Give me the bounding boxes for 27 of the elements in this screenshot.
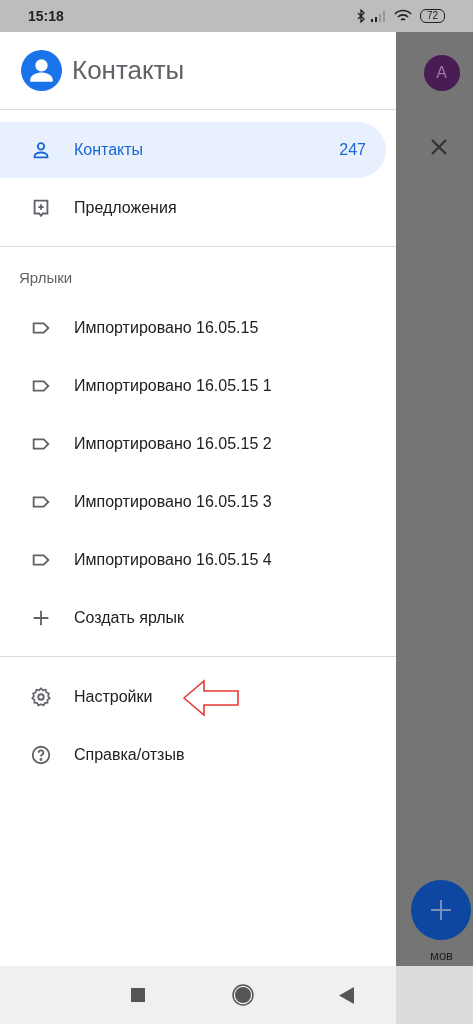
plus-icon (430, 898, 452, 921)
menu-item[interactable]: Импортировано 16.05.15 1 (0, 357, 386, 414)
menu-item[interactable]: Создать ярлык (0, 589, 386, 646)
account-avatar[interactable]: A (423, 55, 460, 91)
contact-count: 247 (339, 140, 366, 160)
status-time: 15:18 (28, 6, 64, 26)
menu-item[interactable]: Предложения (0, 180, 386, 236)
menu-item[interactable]: Справка/отзыв (0, 726, 386, 783)
menu-item[interactable]: Контакты 247 (0, 122, 386, 178)
battery-indicator: 72 (419, 9, 445, 23)
section-heading: Ярлыки (18, 268, 74, 288)
back-icon[interactable] (339, 986, 354, 1004)
app-title: Контакты (72, 54, 185, 87)
signal-icon (369, 10, 386, 22)
menu-item[interactable]: Импортировано 16.05.15 (0, 299, 386, 356)
wifi-icon (393, 9, 412, 23)
menu-item[interactable]: Импортировано 16.05.15 2 (0, 415, 386, 472)
fab-caption: мов (429, 946, 454, 965)
contacts-logo-icon (21, 50, 62, 91)
menu-item[interactable]: Импортировано 16.05.15 3 (0, 473, 386, 530)
help-icon (30, 743, 52, 766)
menu-item[interactable]: Импортировано 16.05.15 4 (0, 531, 386, 588)
bluetooth-icon (355, 9, 366, 23)
settings-icon (30, 685, 52, 708)
close-icon[interactable] (429, 138, 448, 156)
home-icon[interactable] (232, 984, 254, 1006)
menu-item[interactable]: Настройки (0, 668, 386, 725)
